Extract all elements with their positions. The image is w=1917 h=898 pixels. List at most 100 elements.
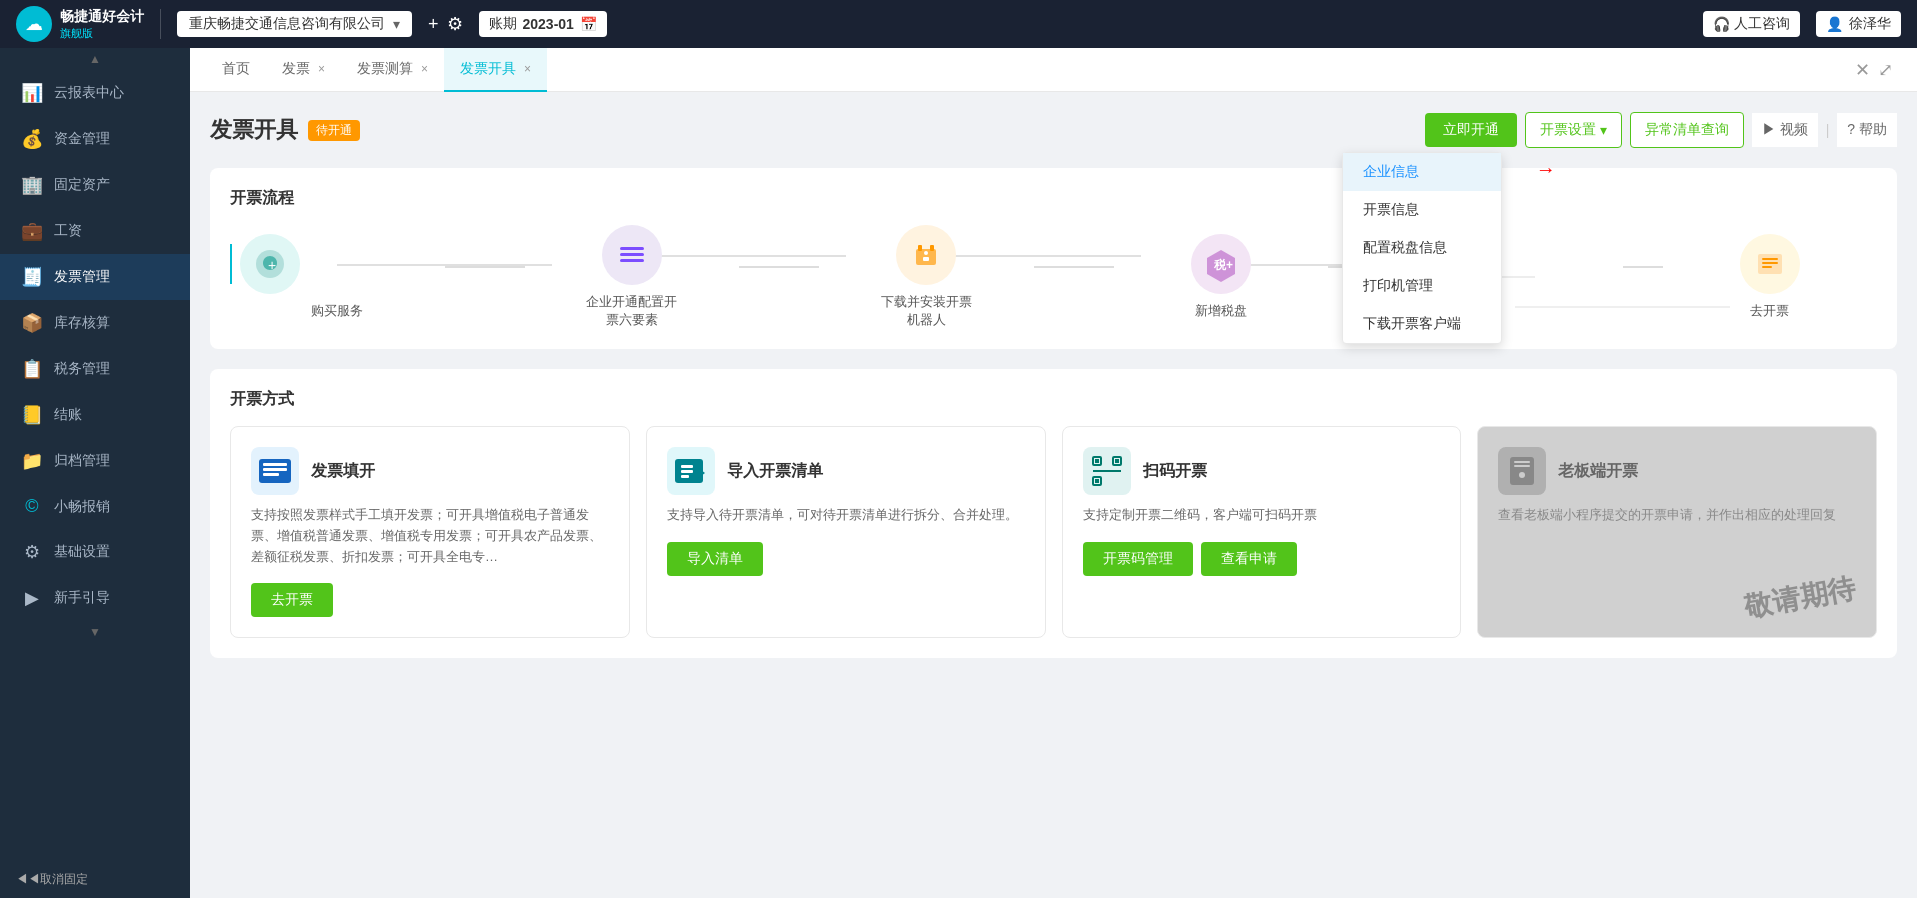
- tab-home[interactable]: 首页: [206, 48, 266, 92]
- add-button[interactable]: +: [428, 14, 439, 35]
- tab-close-invoice[interactable]: ×: [318, 62, 325, 76]
- support-button[interactable]: 🎧 人工咨询: [1703, 11, 1800, 37]
- main-area: ▲ 📊 云报表中心 💰 资金管理 🏢 固定资产 💼 工资 🧾 发票管理: [0, 48, 1917, 898]
- method-card-fill: 发票填开 支持按照发票样式手工填开发票；可开具增值税电子普通发票、增值税普通发票…: [230, 426, 630, 638]
- coming-soon-overlay: 敬请期待: [1742, 570, 1859, 627]
- svg-point-6: [924, 251, 928, 255]
- sidebar-item-accounting[interactable]: 📒 结账: [0, 392, 190, 438]
- step-icon-2: [602, 225, 662, 285]
- logo-text: 畅捷通好会计 旗舰版: [60, 8, 144, 41]
- tab-close-calc[interactable]: ×: [421, 62, 428, 76]
- flow-steps: + 购买服务 企业开通配置开票六要素: [230, 225, 1877, 329]
- method-import-header: 导入开票清单: [667, 447, 1025, 495]
- sidebar-item-assets[interactable]: 🏢 固定资产: [0, 162, 190, 208]
- sidebar-item-guide[interactable]: ▶ 新手引导: [0, 575, 190, 621]
- sidebar-item-expense[interactable]: © 小畅报销: [0, 484, 190, 529]
- flow-step-6: 去开票: [1663, 234, 1878, 320]
- import-list-button[interactable]: 导入清单: [667, 542, 763, 576]
- tab-expand[interactable]: ⤢: [1878, 59, 1893, 81]
- settings-icon[interactable]: ⚙: [447, 13, 463, 35]
- calendar-icon[interactable]: 📅: [580, 16, 597, 32]
- svg-point-35: [1519, 472, 1525, 478]
- user-info[interactable]: 👤 徐泽华: [1816, 11, 1901, 37]
- period-info: 账期 2023-01 📅: [479, 11, 607, 37]
- sidebar-item-reports[interactable]: 📊 云报表中心: [0, 70, 190, 116]
- dropdown-item-company[interactable]: 企业信息 →: [1343, 153, 1501, 191]
- svg-rect-13: [1762, 258, 1778, 260]
- svg-rect-17: [263, 463, 287, 466]
- page-title-area: 发票开具 待开通: [210, 115, 360, 145]
- flow-step-2: 企业开通配置开票六要素: [525, 225, 740, 329]
- sidebar-item-finance[interactable]: 💰 资金管理: [0, 116, 190, 162]
- logo-icon: ☁: [16, 6, 52, 42]
- svg-rect-3: [620, 253, 644, 256]
- fill-icon: [251, 447, 299, 495]
- flow-step-3: 下载并安装开票机器人: [819, 225, 1034, 329]
- svg-rect-28: [1095, 459, 1099, 463]
- step-icon-6: [1740, 234, 1800, 294]
- company-selector[interactable]: 重庆畅捷交通信息咨询有限公司 ▾: [177, 11, 412, 37]
- scroll-up-button[interactable]: ▲: [0, 48, 190, 70]
- divider: |: [1826, 122, 1830, 138]
- sidebar-item-settings[interactable]: ⚙ 基础设置: [0, 529, 190, 575]
- tab-close-issue[interactable]: ×: [524, 62, 531, 76]
- sidebar-item-invoice[interactable]: 🧾 发票管理: [0, 254, 190, 300]
- scan-icon: [1083, 447, 1131, 495]
- step-icon-4: 税+: [1191, 234, 1251, 294]
- dropdown-item-tax-config[interactable]: 配置税盘信息: [1343, 229, 1501, 267]
- scroll-down-button[interactable]: ▼: [0, 621, 190, 643]
- dropdown-item-printer[interactable]: 打印机管理: [1343, 267, 1501, 305]
- methods-section: 开票方式 发票填开 支持按照发票样式手工填开发票；可开具增值税电子普通发票: [210, 369, 1897, 658]
- sidebar-item-inventory[interactable]: 📦 库存核算: [0, 300, 190, 346]
- tab-invoice[interactable]: 发票 ×: [266, 48, 341, 92]
- step-icon-3: [896, 225, 956, 285]
- payroll-icon: 💼: [20, 220, 44, 242]
- tab-invoice-calc[interactable]: 发票测算 ×: [341, 48, 444, 92]
- tab-invoice-issue[interactable]: 发票开具 ×: [444, 48, 547, 92]
- dropdown-item-invoice-info[interactable]: 开票信息: [1343, 191, 1501, 229]
- fill-invoice-button[interactable]: 去开票: [251, 583, 333, 617]
- connector-3: [1034, 266, 1114, 268]
- svg-rect-24: [681, 475, 689, 478]
- assets-icon: 🏢: [20, 174, 44, 196]
- method-card-import: 导入开票清单 支持导入待开票清单，可对待开票清单进行拆分、合并处理。 导入清单: [646, 426, 1046, 638]
- logo-area[interactable]: ☁ 畅捷通好会计 旗舰版: [16, 6, 144, 42]
- video-button[interactable]: ▶ 视频: [1752, 113, 1818, 147]
- user-icon: 👤: [1826, 16, 1843, 32]
- inventory-icon: 📦: [20, 312, 44, 334]
- accounting-icon: 📒: [20, 404, 44, 426]
- settings-dropdown-menu: 企业信息 → 开票信息 配置税盘信息: [1342, 152, 1502, 344]
- abnormal-list-button[interactable]: 异常清单查询: [1630, 112, 1744, 148]
- unpin-button[interactable]: ◀◀取消固定: [0, 861, 190, 898]
- flow-step-1: + 购买服务: [230, 234, 445, 320]
- settings-button[interactable]: 开票设置 ▾: [1525, 112, 1622, 148]
- top-right: 🎧 人工咨询 👤 徐泽华: [1703, 11, 1901, 37]
- qrcode-manage-button[interactable]: 开票码管理: [1083, 542, 1193, 576]
- reports-icon: 📊: [20, 82, 44, 104]
- svg-rect-34: [1514, 465, 1530, 467]
- help-button[interactable]: ? 帮助: [1837, 113, 1897, 147]
- sidebar-item-payroll[interactable]: 💼 工资: [0, 208, 190, 254]
- svg-rect-14: [1762, 262, 1778, 264]
- top-bar: ☁ 畅捷通好会计 旗舰版 重庆畅捷交通信息咨询有限公司 ▾ + ⚙ 账期 202…: [0, 0, 1917, 48]
- svg-rect-22: [681, 465, 693, 468]
- page-header: 发票开具 待开通 立即开通 开票设置 ▾: [210, 112, 1897, 148]
- activate-button[interactable]: 立即开通: [1425, 113, 1517, 147]
- red-arrow-icon: →: [1536, 158, 1556, 181]
- svg-rect-7: [923, 257, 929, 261]
- headset-icon: 🎧: [1713, 16, 1730, 32]
- view-application-button[interactable]: 查看申请: [1201, 542, 1297, 576]
- sidebar-item-tax[interactable]: 📋 税务管理: [0, 346, 190, 392]
- method-card-boss: 老板端开票 查看老板端小程序提交的开票申请，并作出相应的处理回复 敬请期待: [1477, 426, 1877, 638]
- boss-icon: [1498, 447, 1546, 495]
- connector-5: [1623, 266, 1663, 268]
- sidebar-item-archive[interactable]: 📁 归档管理: [0, 438, 190, 484]
- method-boss-header: 老板端开票: [1498, 447, 1856, 495]
- dropdown-item-download[interactable]: 下载开票客户端: [1343, 305, 1501, 343]
- method-fill-header: 发票填开: [251, 447, 609, 495]
- svg-rect-2: [620, 247, 644, 250]
- svg-text:税+: 税+: [1213, 258, 1233, 272]
- settings-dropdown-container: 开票设置 ▾ 企业信息 →: [1525, 112, 1622, 148]
- tab-close-all[interactable]: ✕: [1855, 59, 1870, 81]
- page-title: 发票开具: [210, 115, 298, 145]
